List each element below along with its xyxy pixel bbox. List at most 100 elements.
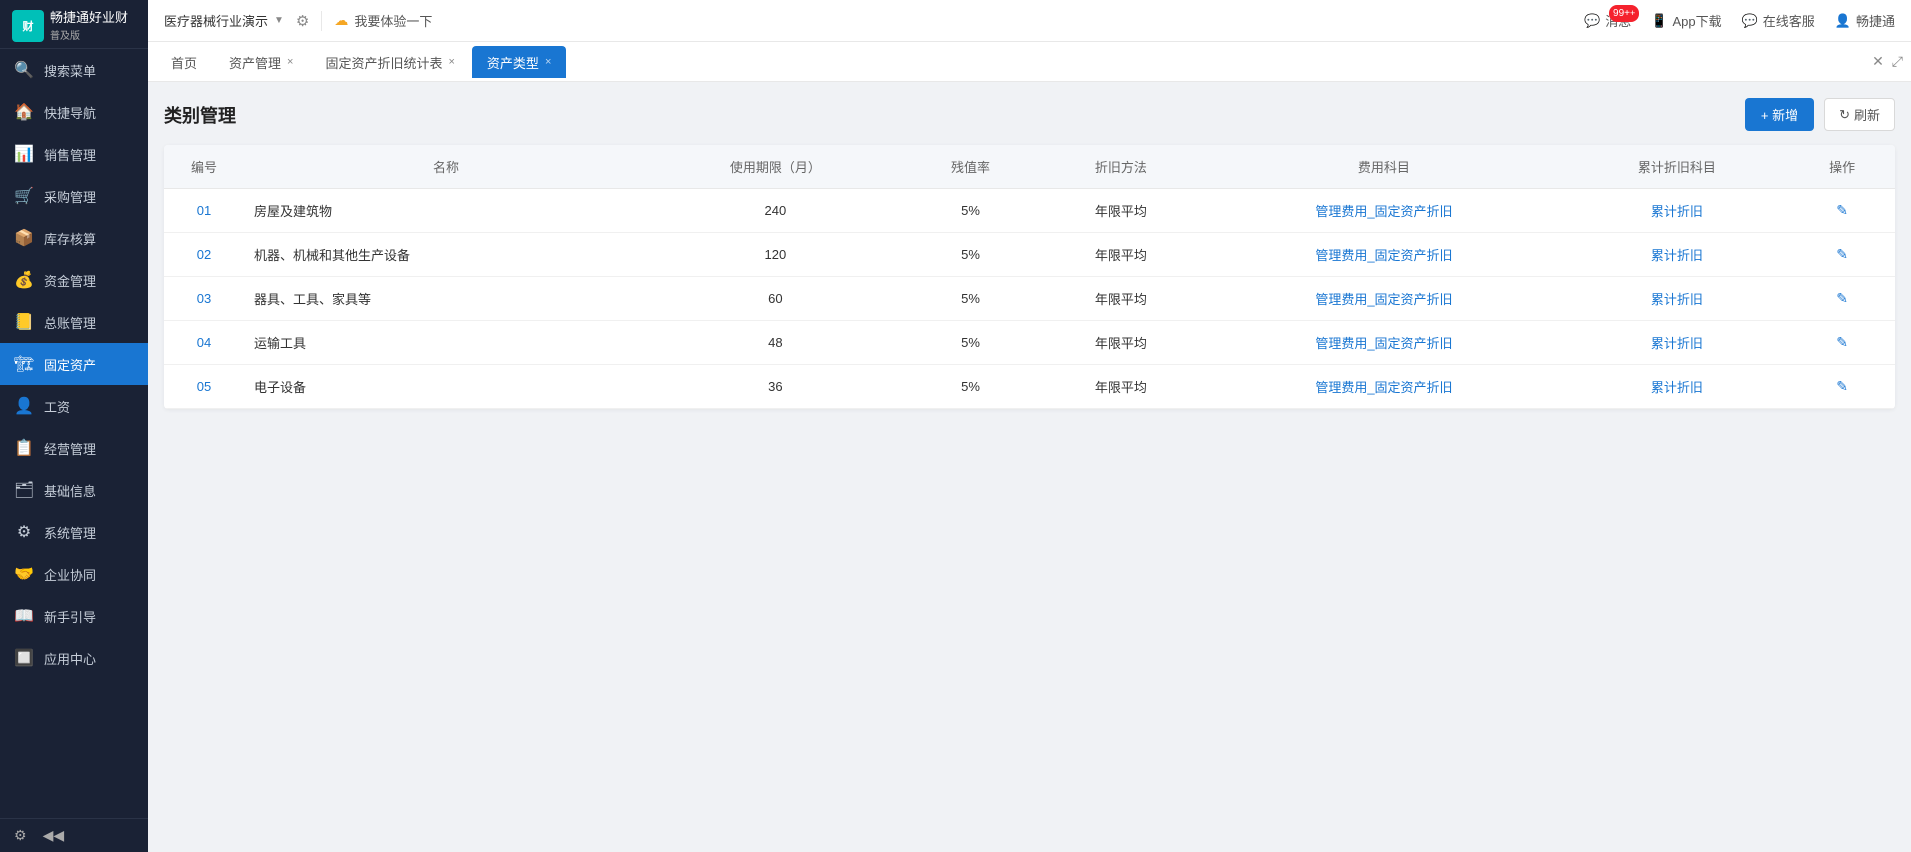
cell-accumulated-account: 累计折旧 [1564,233,1789,277]
enterprise-icon: 🤝 [14,564,34,584]
sidebar-item-enterprise[interactable]: 🤝 企业协同 [0,553,148,595]
sidebar-item-label: 工资 [44,397,70,416]
col-name: 名称 [244,145,648,189]
topbar-divider [321,11,322,31]
cell-expense-account: 管理费用_固定资产折旧 [1204,321,1565,365]
cell-expense-account: 管理费用_固定资产折旧 [1204,189,1565,233]
user-button[interactable]: 👤 畅捷通 [1835,11,1895,30]
app-download-button[interactable]: 📱 App下载 [1651,11,1721,30]
app-download-icon: 📱 [1651,13,1667,29]
sidebar-item-label: 总账管理 [44,313,96,332]
cell-code: 03 [164,277,244,321]
demo-name: 医疗器械行业演示 [164,11,268,30]
sidebar-item-guide[interactable]: 📖 新手引导 [0,595,148,637]
cell-code: 01 [164,189,244,233]
basics-icon: 🗂 [14,480,34,500]
sidebar-item-quick-nav[interactable]: 🏠 快捷导航 [0,91,148,133]
table-row: 01 房屋及建筑物 240 5% 年限平均 管理费用_固定资产折旧 累计折旧 ✎ [164,189,1895,233]
demo-selector[interactable]: 医疗器械行业演示 ▼ [164,11,284,30]
table-header-row: 编号 名称 使用期限（月） 残值率 折旧方法 费用科目 累计折旧科目 操作 [164,145,1895,189]
cell-name: 器具、工具、家具等 [244,277,648,321]
topbar: 医疗器械行业演示 ▼ ⚙ ☁ 我要体验一下 💬 消息 99++ 📱 App下载 … [148,0,1911,42]
tab-asset-type[interactable]: 资产类型 × [472,46,566,78]
app-download-label: App下载 [1672,11,1721,30]
experience-label: 我要体验一下 [354,11,432,30]
tab-asset-mgmt-label: 资产管理 [229,53,281,72]
close-all-icon[interactable]: ✕ [1872,53,1884,70]
tab-depreciation-close[interactable]: × [448,56,454,68]
main-area: 医疗器械行业演示 ▼ ⚙ ☁ 我要体验一下 💬 消息 99++ 📱 App下载 … [148,0,1911,852]
sidebar-item-operations[interactable]: 📋 经营管理 [0,427,148,469]
sidebar-item-label: 采购管理 [44,187,96,206]
tab-depreciation-table[interactable]: 固定资产折旧统计表 × [310,46,469,78]
message-badge: 99++ [1609,5,1639,22]
page-header: 类别管理 + 新增 ↻ 刷新 [164,98,1895,131]
payroll-icon: 👤 [14,396,34,416]
table-row: 03 器具、工具、家具等 60 5% 年限平均 管理费用_固定资产折旧 累计折旧… [164,277,1895,321]
cell-name: 机器、机械和其他生产设备 [244,233,648,277]
logo-text: 畅捷通好业财 [50,10,128,27]
cell-code: 05 [164,365,244,409]
table-row: 05 电子设备 36 5% 年限平均 管理费用_固定资产折旧 累计折旧 ✎ [164,365,1895,409]
settings-footer-icon[interactable]: ⚙ [14,827,27,844]
cell-code: 04 [164,321,244,365]
cell-accumulated-account: 累计折旧 [1564,365,1789,409]
sidebar-item-label: 销售管理 [44,145,96,164]
sidebar-item-purchase[interactable]: 🛒 采购管理 [0,175,148,217]
cell-accumulated-account: 累计折旧 [1564,321,1789,365]
sidebar-item-label: 企业协同 [44,565,96,584]
cell-residual-rate: 5% [903,365,1038,409]
new-button[interactable]: + 新增 [1745,98,1814,131]
sidebar-item-system[interactable]: ⚙ 系统管理 [0,511,148,553]
sidebar-item-label: 固定资产 [44,355,96,374]
tab-asset-mgmt[interactable]: 资产管理 × [214,46,308,78]
experience-button[interactable]: ☁ 我要体验一下 [334,11,432,30]
sales-icon: 📊 [14,144,34,164]
sidebar-item-search[interactable]: 🔍 搜索菜单 [0,49,148,91]
sidebar-item-label: 库存核算 [44,229,96,248]
sidebar-item-payroll[interactable]: 👤 工资 [0,385,148,427]
edit-icon[interactable]: ✎ [1836,202,1848,218]
user-icon: 👤 [1835,13,1851,29]
sidebar-item-funds[interactable]: 💰 资金管理 [0,259,148,301]
col-residual-rate: 残值率 [903,145,1038,189]
tab-home[interactable]: 首页 [156,46,212,78]
cell-expense-account: 管理费用_固定资产折旧 [1204,365,1565,409]
cell-usage-months: 60 [648,277,903,321]
tab-asset-type-close[interactable]: × [545,56,551,68]
sidebar-item-apps[interactable]: 🔲 应用中心 [0,637,148,679]
refresh-button[interactable]: ↻ 刷新 [1824,98,1895,131]
online-service-button[interactable]: 💬 在线客服 [1742,11,1815,30]
cell-expense-account: 管理费用_固定资产折旧 [1204,277,1565,321]
tab-asset-mgmt-close[interactable]: × [287,56,293,68]
user-label: 畅捷通 [1856,11,1895,30]
refresh-icon: ↻ [1839,107,1850,123]
edit-icon[interactable]: ✎ [1836,378,1848,394]
cell-code: 02 [164,233,244,277]
message-button[interactable]: 💬 消息 99++ [1584,11,1631,30]
sidebar-item-inventory[interactable]: 📦 库存核算 [0,217,148,259]
sidebar-item-label: 经营管理 [44,439,96,458]
guide-icon: 📖 [14,606,34,626]
col-accumulated-account: 累计折旧科目 [1564,145,1789,189]
sidebar-item-ledger[interactable]: 📒 总账管理 [0,301,148,343]
cell-actions: ✎ [1789,365,1895,409]
sidebar-item-label: 搜索菜单 [44,61,96,80]
edit-icon[interactable]: ✎ [1836,246,1848,262]
inventory-icon: 📦 [14,228,34,248]
sidebar-item-basics[interactable]: 🗂 基础信息 [0,469,148,511]
table-row: 02 机器、机械和其他生产设备 120 5% 年限平均 管理费用_固定资产折旧 … [164,233,1895,277]
sidebar-item-sales[interactable]: 📊 销售管理 [0,133,148,175]
apps-icon: 🔲 [14,648,34,668]
purchase-icon: 🛒 [14,186,34,206]
system-icon: ⚙ [14,522,34,542]
cell-usage-months: 48 [648,321,903,365]
topbar-settings-icon[interactable]: ⚙ [296,12,309,30]
expand-icon[interactable]: ⤢ [1892,53,1903,70]
edit-icon[interactable]: ✎ [1836,334,1848,350]
sidebar-item-fixed-assets[interactable]: 🏗 固定资产 [0,343,148,385]
page-actions: + 新增 ↻ 刷新 [1745,98,1895,131]
collapse-icon[interactable]: ◀◀ [43,827,65,844]
edit-icon[interactable]: ✎ [1836,290,1848,306]
cell-residual-rate: 5% [903,321,1038,365]
